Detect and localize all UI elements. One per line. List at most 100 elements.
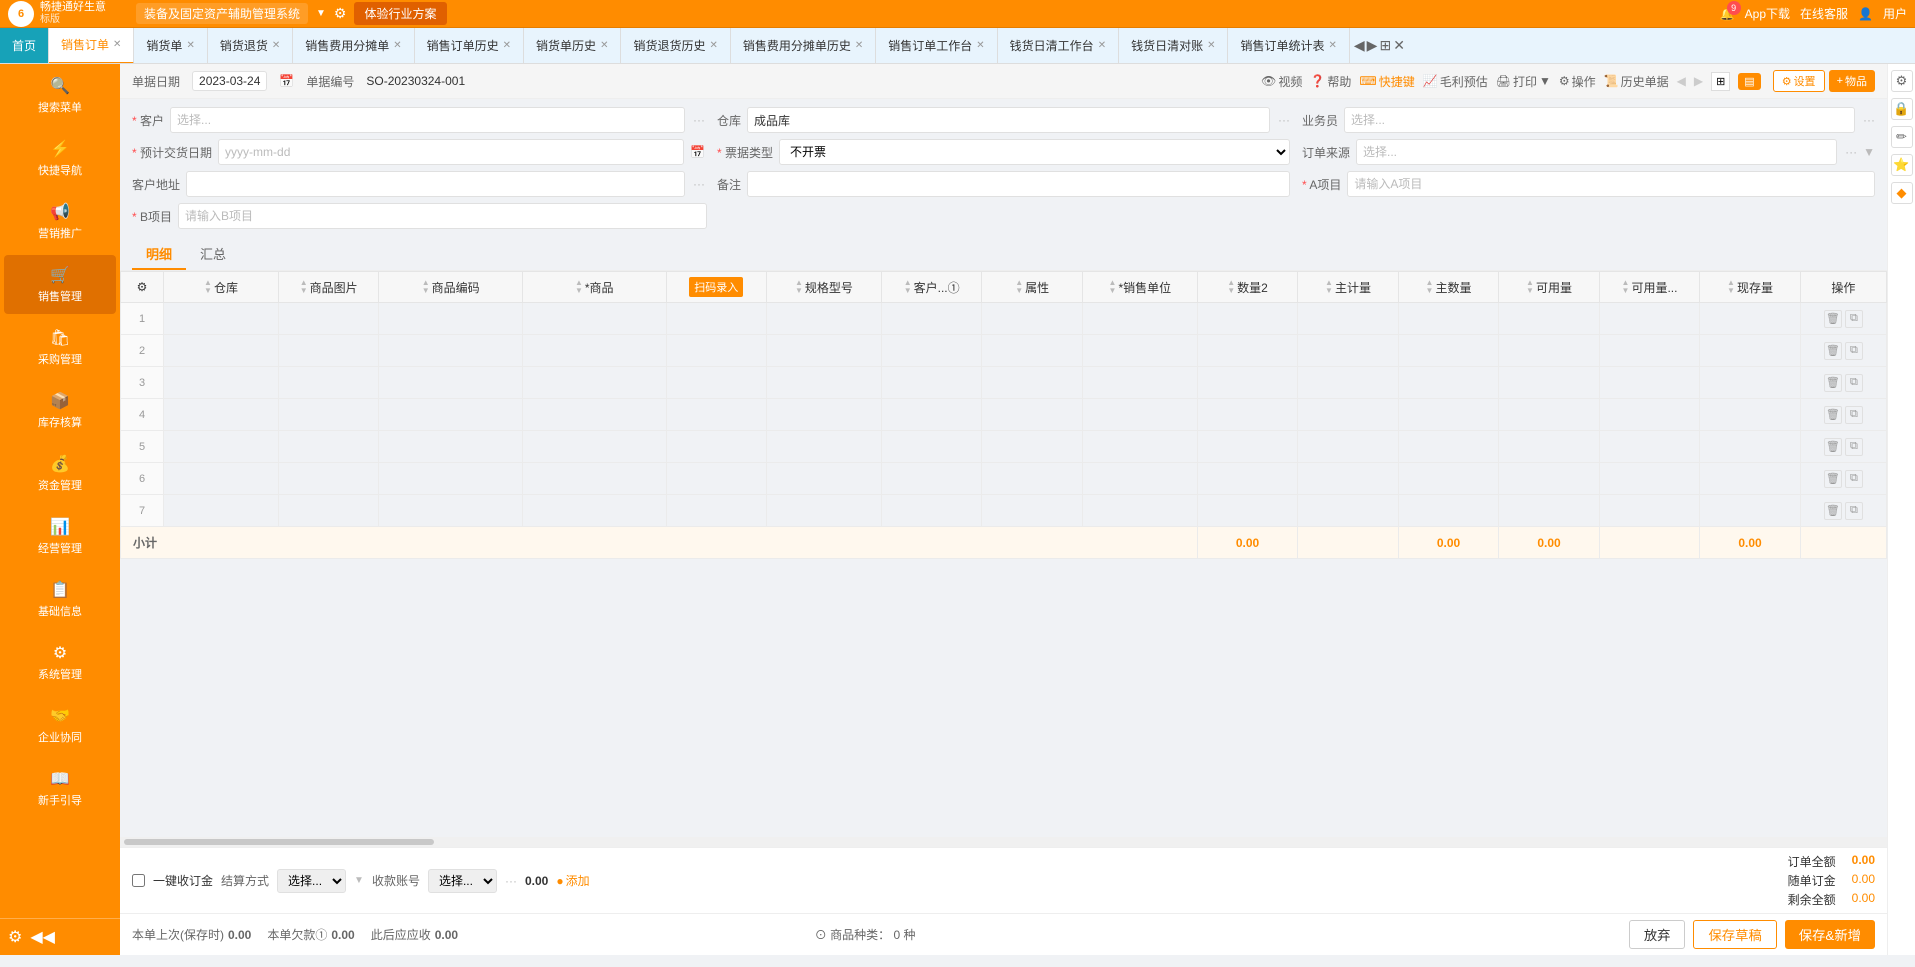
col-sales-unit[interactable]: ▲▼*销售单位 [1082, 272, 1197, 303]
sidebar-item-collab[interactable]: 🤝 企业协同 [4, 696, 116, 755]
tab-close-icon[interactable]: ✕ [600, 40, 608, 51]
sidebar-collapse-icon[interactable]: ◀◀ [30, 927, 55, 947]
tab-close-icon[interactable]: ✕ [272, 40, 280, 51]
customer-addr-input[interactable] [186, 171, 685, 197]
tab-close-icon[interactable]: ✕ [186, 40, 194, 51]
calendar-icon[interactable]: 📅 [279, 74, 294, 88]
tab-return-hist[interactable]: 销货退货历史 ✕ [621, 28, 730, 64]
detail-tab-detail[interactable]: 明细 [132, 239, 186, 270]
customer-dots-icon[interactable]: ··· [693, 113, 705, 127]
a-project-input[interactable] [1347, 171, 1875, 197]
copy-row-button[interactable]: ⧉ [1845, 374, 1863, 392]
col-main-unit[interactable]: ▲▼主计量 [1298, 272, 1399, 303]
print-link[interactable]: 🖨 打印 ▼ [1496, 73, 1551, 90]
tab-home[interactable]: 首页 [0, 28, 49, 64]
tab-close-icon[interactable]: ✕ [393, 40, 401, 51]
copy-row-button[interactable]: ⧉ [1845, 406, 1863, 424]
tab-sales-order[interactable]: 销售订单 ✕ [49, 28, 134, 64]
help-link[interactable]: ❓ 帮助 [1310, 73, 1351, 90]
sidebar-item-base[interactable]: 📋 基础信息 [4, 570, 116, 629]
profit-link[interactable]: 📈 毛利预估 [1423, 73, 1488, 90]
single-date-value[interactable]: 2023-03-24 [192, 71, 267, 91]
order-source-input[interactable] [1356, 139, 1837, 165]
tab-cash-reconcile[interactable]: 钱货日清对账 ✕ [1119, 28, 1228, 64]
delete-row-button[interactable]: 🗑 [1824, 374, 1842, 392]
col-stock-qty[interactable]: ▲▼现存量 [1700, 272, 1801, 303]
tab-menu-button[interactable]: ⊞ [1379, 37, 1391, 54]
col-avail-qty[interactable]: ▲▼可用量 [1499, 272, 1600, 303]
tab-next-button[interactable]: ▶ [1367, 37, 1378, 54]
online-service-link[interactable]: 在线客服 [1800, 5, 1848, 22]
col-customer-num[interactable]: ▲▼客户...① [881, 272, 982, 303]
tab-close-icon[interactable]: ✕ [113, 39, 121, 50]
delete-row-button[interactable]: 🗑 [1824, 342, 1842, 360]
sidebar-item-system[interactable]: ⚙ 系统管理 [4, 633, 116, 692]
shortcut-link[interactable]: ⌨ 快捷键 [1359, 73, 1414, 90]
settings-gear-icon[interactable]: ⚙ [334, 5, 347, 22]
delete-row-button[interactable]: 🗑 [1824, 438, 1842, 456]
col-attr[interactable]: ▲▼属性 [982, 272, 1083, 303]
b-project-input[interactable] [178, 203, 707, 229]
tab-close-all-button[interactable]: ✕ [1393, 37, 1405, 54]
sidebar-settings-icon[interactable]: ⚙ [8, 927, 22, 947]
delivery-date-input[interactable] [218, 139, 684, 165]
one-click-checkbox[interactable] [132, 874, 145, 887]
delete-row-button[interactable]: 🗑 [1824, 502, 1842, 520]
right-tool-settings-button[interactable]: ⚙ [1891, 70, 1913, 92]
sidebar-item-finance[interactable]: 💰 资金管理 [4, 444, 116, 503]
tab-expense-hist[interactable]: 销售费用分摊单历史 ✕ [731, 28, 876, 64]
col-warehouse[interactable]: ▲▼仓库 [164, 272, 279, 303]
tab-close-icon[interactable]: ✕ [1329, 40, 1337, 51]
tab-sales-expense[interactable]: 销售费用分摊单 ✕ [293, 28, 414, 64]
col-settings[interactable]: ⚙ [121, 272, 164, 303]
sidebar-item-business[interactable]: 📊 经营管理 [4, 507, 116, 566]
invoice-type-select[interactable]: 不开票 [779, 139, 1290, 165]
order-source-dots-icon[interactable]: ··· [1845, 145, 1857, 159]
notification-wrap[interactable]: 🔔 9 [1720, 7, 1735, 21]
right-tool-star-button[interactable]: ⭐ [1891, 154, 1913, 176]
tab-close-icon[interactable]: ✕ [503, 40, 511, 51]
save-draft-button[interactable]: 保存草稿 [1693, 920, 1776, 949]
dropdown-arrow-icon[interactable]: ▼ [316, 8, 326, 19]
tab-prev-button[interactable]: ◀ [1354, 37, 1365, 54]
tab-cash-workbench[interactable]: 钱货日清工作台 ✕ [998, 28, 1119, 64]
tab-invoice-hist[interactable]: 销货单历史 ✕ [524, 28, 621, 64]
tab-close-icon[interactable]: ✕ [1098, 40, 1106, 51]
col-qty2[interactable]: ▲▼数量2 [1197, 272, 1298, 303]
salesperson-input[interactable] [1344, 107, 1855, 133]
solution-button[interactable]: 体验行业方案 [354, 2, 446, 25]
tab-close-icon[interactable]: ✕ [976, 40, 984, 51]
delete-row-button[interactable]: 🗑 [1824, 406, 1842, 424]
col-product-img[interactable]: ▲▼商品图片 [278, 272, 379, 303]
view-video-link[interactable]: 👁 视频 [1261, 73, 1302, 90]
right-tool-lock-button[interactable]: 🔒 [1891, 98, 1913, 120]
sidebar-item-nav[interactable]: ⚡ 快捷导航 [4, 129, 116, 188]
one-click-label[interactable]: 一键收订金 [153, 872, 213, 889]
sidebar-item-inventory[interactable]: 📦 库存核算 [4, 381, 116, 440]
copy-row-button[interactable]: ⧉ [1845, 438, 1863, 456]
tab-sales-order-hist[interactable]: 销售订单历史 ✕ [415, 28, 524, 64]
grid-view-button[interactable]: ⊞ [1711, 72, 1730, 91]
copy-row-button[interactable]: ⧉ [1845, 342, 1863, 360]
delete-row-button[interactable]: 🗑 [1824, 310, 1842, 328]
payment-method-select[interactable]: 选择... [277, 869, 346, 893]
salesperson-dots-icon[interactable]: ··· [1863, 113, 1875, 127]
tab-sales-return[interactable]: 销货退货 ✕ [208, 28, 293, 64]
save-new-button[interactable]: 保存&新增 [1785, 920, 1875, 949]
add-payment-button[interactable]: ● 添加 [556, 872, 589, 889]
sidebar-item-guide[interactable]: 📖 新手引导 [4, 759, 116, 818]
col-main-qty[interactable]: ▲▼主数量 [1398, 272, 1499, 303]
col-avail-qty2[interactable]: ▲▼可用量... [1599, 272, 1700, 303]
scan-input-button[interactable]: 扫码录入 [689, 277, 743, 297]
col-spec[interactable]: ▲▼规格型号 [767, 272, 882, 303]
app-download-link[interactable]: App下载 [1745, 5, 1790, 22]
sidebar-item-purchase[interactable]: 🛍 采购管理 [4, 318, 116, 377]
tab-close-icon[interactable]: ✕ [855, 40, 863, 51]
history-link[interactable]: 📜 历史单据 [1604, 73, 1669, 90]
col-product-code[interactable]: ▲▼商品编码 [379, 272, 523, 303]
tab-close-icon[interactable]: ✕ [709, 40, 717, 51]
scrollbar-thumb[interactable] [124, 839, 434, 845]
copy-row-button[interactable]: ⧉ [1845, 470, 1863, 488]
tab-sales-invoice[interactable]: 销货单 ✕ [134, 28, 207, 64]
operation-link[interactable]: ⚙ 操作 [1559, 73, 1596, 90]
